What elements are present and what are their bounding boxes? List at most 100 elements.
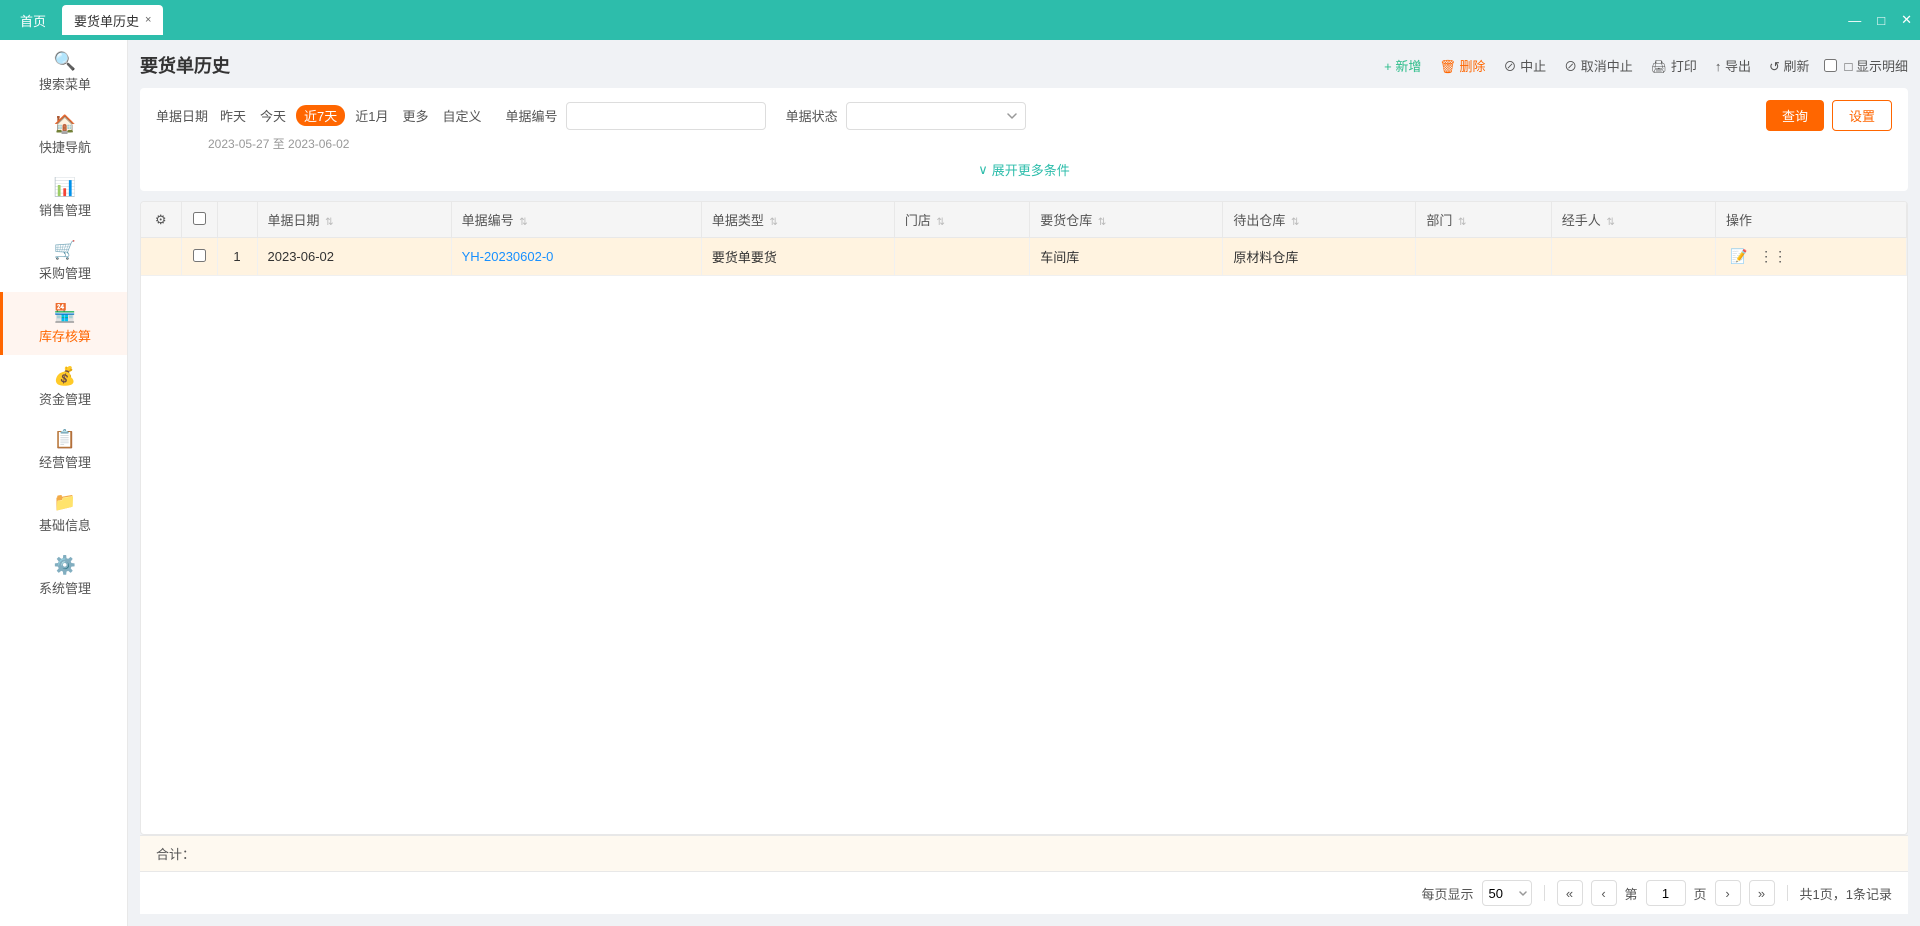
col-dept[interactable]: 部门 ⇅ <box>1416 202 1551 238</box>
row-more-btn[interactable]: ⋮⋮ <box>1755 246 1791 267</box>
col-date-sort[interactable]: ⇅ <box>325 217 333 228</box>
col-order-no[interactable]: 单据编号 ⇅ <box>451 202 701 238</box>
date-btn-today[interactable]: 今天 <box>256 105 290 126</box>
first-page-btn[interactable]: « <box>1557 880 1583 906</box>
row-checkbox-cell[interactable] <box>181 238 217 276</box>
row-edit-btn[interactable]: 📝 <box>1726 246 1751 267</box>
date-btn-yesterday[interactable]: 昨天 <box>216 105 250 126</box>
quick-nav-icon: 🏠 <box>54 115 76 133</box>
date-btn-1month[interactable]: 近1月 <box>351 105 392 126</box>
system-icon: ⚙️ <box>54 556 76 574</box>
query-button[interactable]: 查询 <box>1766 100 1824 131</box>
sidebar-item-operations[interactable]: 📋 经营管理 <box>0 418 127 481</box>
new-button[interactable]: + 新增 <box>1380 56 1425 75</box>
tab-order-history-label: 要货单历史 <box>74 11 139 30</box>
tab-home[interactable]: 首页 <box>8 5 58 35</box>
display-detail-label: □ 显示明细 <box>1845 56 1908 75</box>
operations-icon: 📋 <box>54 430 76 448</box>
sidebar-item-finance[interactable]: 💰 资金管理 <box>0 355 127 418</box>
sidebar-item-sales[interactable]: 📊 销售管理 <box>0 166 127 229</box>
window-maximize-btn[interactable]: □ <box>1877 13 1885 28</box>
col-handler-label: 经手人 <box>1562 213 1601 228</box>
filter-actions: 查询 设置 <box>1766 100 1892 131</box>
row-handler <box>1551 238 1715 276</box>
col-handler-sort[interactable]: ⇅ <box>1606 217 1614 228</box>
window-close-btn[interactable]: ✕ <box>1901 12 1912 28</box>
settings-button[interactable]: 设置 <box>1832 100 1892 131</box>
tab-home-label: 首页 <box>20 11 46 30</box>
inventory-icon: 🏪 <box>54 304 76 322</box>
sidebar-item-quick-nav-label: 快捷导航 <box>39 137 91 156</box>
col-req-warehouse[interactable]: 要货仓库 ⇅ <box>1030 202 1223 238</box>
page-size-label: 每页显示 <box>1421 884 1473 903</box>
next-page-btn[interactable]: › <box>1715 880 1741 906</box>
export-button[interactable]: ↑ 导出 <box>1711 56 1755 75</box>
sidebar-item-system[interactable]: ⚙️ 系统管理 <box>0 544 127 607</box>
expand-more-label: 展开更多条件 <box>992 160 1070 179</box>
col-date-label: 单据日期 <box>268 213 320 228</box>
select-all-checkbox[interactable] <box>193 212 206 225</box>
main-layout: 🔍 搜索菜单 🏠 快捷导航 📊 销售管理 🛒 采购管理 🏪 库存核算 💰 资金管… <box>0 40 1920 926</box>
stop-button[interactable]: ⊘ 中止 <box>1500 56 1551 75</box>
table-container: ⚙ 单据日期 ⇅ 单据编号 ⇅ <box>140 201 1908 835</box>
row-order-no-link[interactable]: YH-20230602-0 <box>462 249 554 264</box>
total-info: 共1页，1条记录 <box>1800 884 1892 903</box>
search-menu-icon: 🔍 <box>54 52 76 70</box>
col-req-warehouse-label: 要货仓库 <box>1040 213 1092 228</box>
page-header: 要货单历史 + 新增 🗑 删除 ⊘ 中止 ⊘ 取消中止 🖨 打印 ↑ 导出 ↺ … <box>140 52 1908 78</box>
last-page-btn[interactable]: » <box>1749 880 1775 906</box>
col-req-warehouse-sort[interactable]: ⇅ <box>1098 217 1106 228</box>
display-detail-checkbox[interactable] <box>1824 59 1837 72</box>
sidebar-item-base-info-label: 基础信息 <box>39 515 91 534</box>
prev-page-btn[interactable]: ‹ <box>1591 880 1617 906</box>
sidebar-item-quick-nav[interactable]: 🏠 快捷导航 <box>0 103 127 166</box>
cancel-stop-button[interactable]: ⊘ 取消中止 <box>1560 56 1637 75</box>
date-btn-custom[interactable]: 自定义 <box>439 105 486 126</box>
toolbar: + 新增 🗑 删除 ⊘ 中止 ⊘ 取消中止 🖨 打印 ↑ 导出 ↺ 刷新 □ 显… <box>1380 56 1908 75</box>
tab-order-history[interactable]: 要货单历史 × <box>62 5 163 35</box>
col-date[interactable]: 单据日期 ⇅ <box>257 202 451 238</box>
sidebar-item-purchase[interactable]: 🛒 采购管理 <box>0 229 127 292</box>
date-shortcuts: 昨天 今天 近7天 近1月 更多 自定义 <box>216 105 486 126</box>
refresh-button[interactable]: ↺ 刷新 <box>1765 56 1814 75</box>
summary-row: 合计： <box>140 835 1908 871</box>
col-settings[interactable]: ⚙ <box>141 202 181 238</box>
col-dept-sort[interactable]: ⇅ <box>1458 217 1466 228</box>
sidebar-item-search-menu[interactable]: 🔍 搜索菜单 <box>0 40 127 103</box>
col-pending-warehouse[interactable]: 待出仓库 ⇅ <box>1223 202 1416 238</box>
delete-button[interactable]: 🗑 删除 <box>1435 56 1489 75</box>
summary-label: 合计： <box>156 847 195 862</box>
col-order-type-sort[interactable]: ⇅ <box>769 217 777 228</box>
date-btn-more[interactable]: 更多 <box>399 105 433 126</box>
col-order-type[interactable]: 单据类型 ⇅ <box>701 202 894 238</box>
data-table: ⚙ 单据日期 ⇅ 单据编号 ⇅ <box>141 202 1907 276</box>
col-num <box>217 202 257 238</box>
col-handler[interactable]: 经手人 ⇅ <box>1551 202 1715 238</box>
col-store[interactable]: 门店 ⇅ <box>894 202 1029 238</box>
order-no-input[interactable] <box>566 102 766 130</box>
status-label: 单据状态 <box>786 106 838 125</box>
col-order-no-label: 单据编号 <box>462 213 514 228</box>
display-detail-toggle[interactable]: □ 显示明细 <box>1824 56 1908 75</box>
row-order-no[interactable]: YH-20230602-0 <box>451 238 701 276</box>
col-order-no-sort[interactable]: ⇅ <box>519 217 527 228</box>
topbar-right: — □ ✕ <box>1848 12 1912 28</box>
sidebar-item-inventory[interactable]: 🏪 库存核算 <box>0 292 127 355</box>
page-number-input[interactable] <box>1646 880 1686 906</box>
sidebar-item-sales-label: 销售管理 <box>39 200 91 219</box>
expand-more-btn[interactable]: ∨ 展开更多条件 <box>156 160 1892 179</box>
print-button[interactable]: 🖨 打印 <box>1647 56 1701 75</box>
pagination: 每页显示 20 50 100 200 « ‹ 第 页 › » 共1页，1条记录 <box>140 871 1908 914</box>
date-filter-label: 单据日期 <box>156 106 208 125</box>
sidebar-item-base-info[interactable]: 📁 基础信息 <box>0 481 127 544</box>
date-btn-7days[interactable]: 近7天 <box>296 105 345 126</box>
filter-panel: 单据日期 昨天 今天 近7天 近1月 更多 自定义 单据编号 <box>140 88 1908 191</box>
col-store-sort[interactable]: ⇅ <box>937 217 945 228</box>
col-checkbox <box>181 202 217 238</box>
tab-close-icon[interactable]: × <box>145 14 151 26</box>
col-pending-warehouse-sort[interactable]: ⇅ <box>1291 217 1299 228</box>
window-minimize-btn[interactable]: — <box>1848 13 1861 28</box>
row-checkbox[interactable] <box>193 249 206 262</box>
page-size-select[interactable]: 20 50 100 200 <box>1482 880 1532 906</box>
status-select[interactable] <box>846 102 1026 130</box>
